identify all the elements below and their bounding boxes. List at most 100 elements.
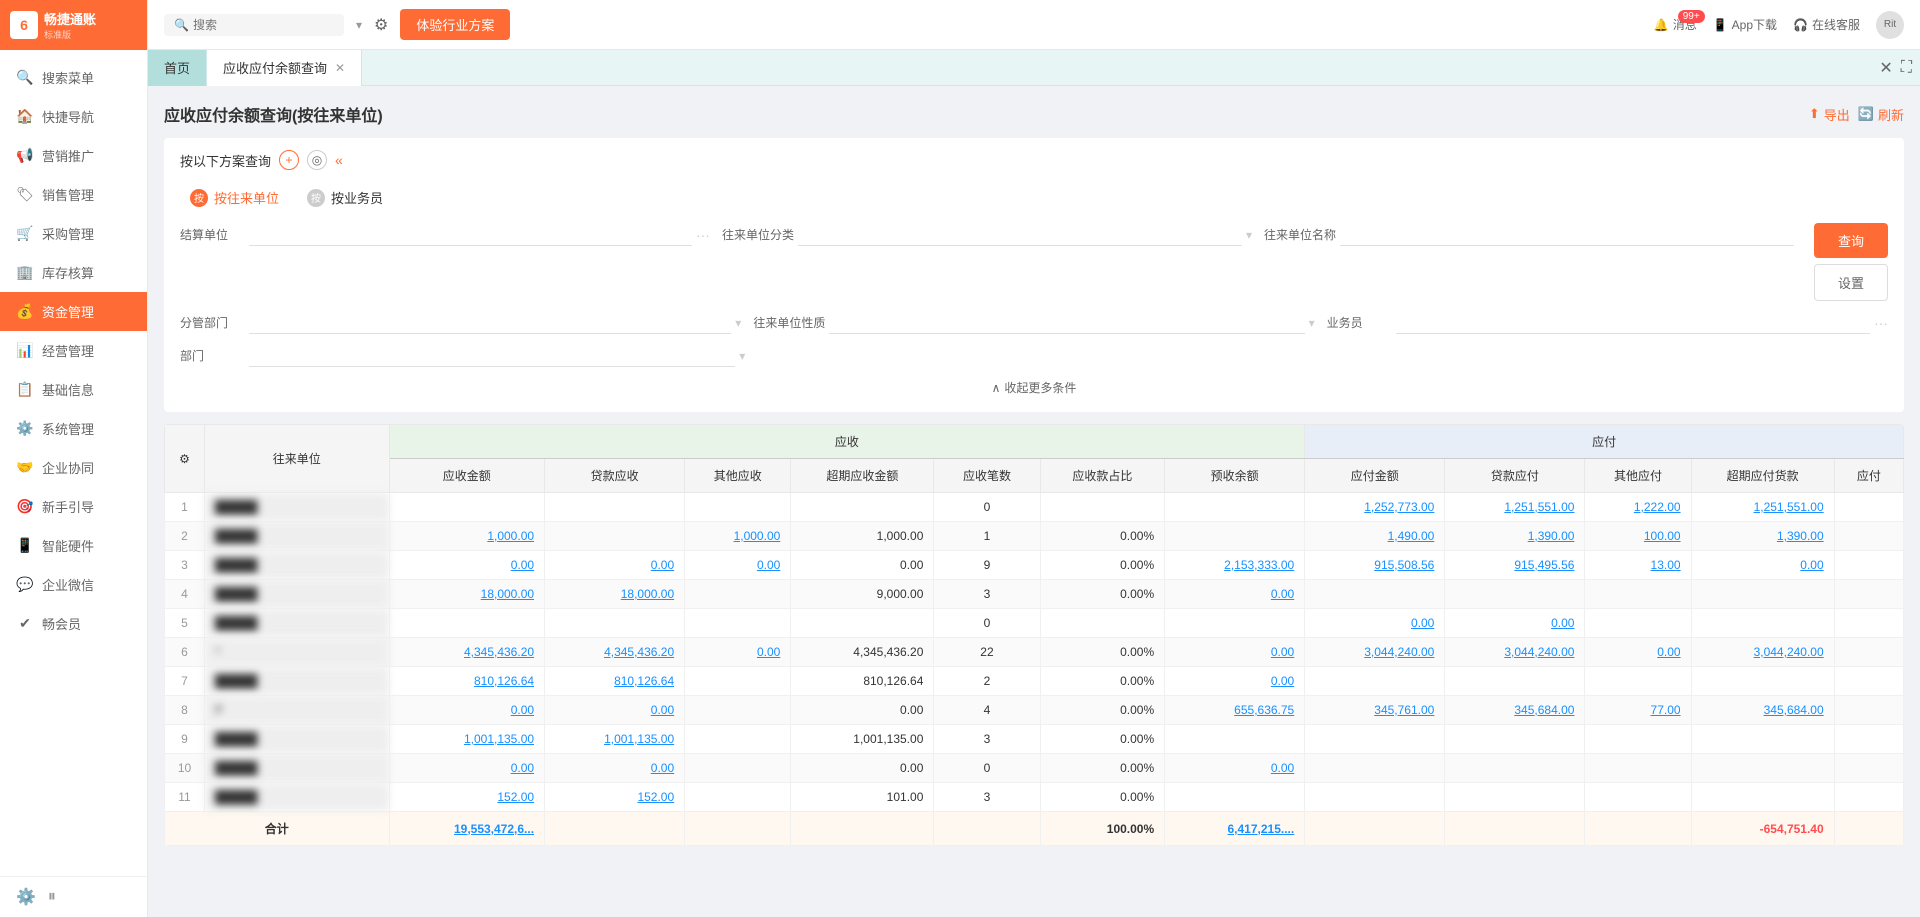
table-cell[interactable]: 13.00 [1585, 551, 1691, 580]
table-cell[interactable]: 152.00 [389, 783, 544, 812]
table-cell[interactable]: 3,044,240.00 [1305, 638, 1445, 667]
sidebar-item-wechat[interactable]: 💬 企业微信 [0, 565, 147, 604]
table-cell[interactable]: 0.00 [1165, 667, 1305, 696]
table-cell-name[interactable]: █████ [205, 609, 390, 638]
table-cell[interactable]: 4,345,436.20 [545, 638, 685, 667]
filter-collapse-icon[interactable]: « [335, 152, 343, 168]
sidebar-item-purchase[interactable]: 🛒 采购管理 [0, 214, 147, 253]
table-cell[interactable]: 77.00 [1585, 696, 1691, 725]
table-cell[interactable]: 1,390.00 [1445, 522, 1585, 551]
table-cell[interactable]: 345,684.00 [1445, 696, 1585, 725]
table-cell[interactable]: 3,044,240.00 [1445, 638, 1585, 667]
table-cell[interactable]: 0.00 [545, 551, 685, 580]
table-cell[interactable]: 18,000.00 [389, 580, 544, 609]
table-cell[interactable]: 345,761.00 [1305, 696, 1445, 725]
table-cell[interactable]: 2,153,333.00 [1165, 551, 1305, 580]
table-cell[interactable]: 0.00 [1305, 609, 1445, 638]
sidebar-item-quicknav[interactable]: 🏠 快捷导航 [0, 97, 147, 136]
salesman-input[interactable] [1396, 311, 1870, 334]
table-cell[interactable]: 345,684.00 [1691, 696, 1834, 725]
sidebar-item-system[interactable]: ⚙️ 系统管理 [0, 409, 147, 448]
notification-bell[interactable]: 🔔 消息 99+ [1654, 16, 1697, 33]
table-cell[interactable]: 0.00 [389, 551, 544, 580]
app-download-link[interactable]: 📱 App下载 [1713, 16, 1777, 33]
table-cell[interactable]: 0.00 [1165, 754, 1305, 783]
table-cell[interactable]: 1,252,773.00 [1305, 493, 1445, 522]
table-cell[interactable]: 1,390.00 [1691, 522, 1834, 551]
table-cell-name[interactable]: █████ [205, 493, 390, 522]
header-search-box[interactable]: 🔍 [164, 14, 344, 36]
collapse-more-btn[interactable]: ∧ 收起更多条件 [180, 375, 1888, 400]
settlement-unit-input[interactable] [249, 223, 692, 246]
refresh-button[interactable]: 🔄 刷新 [1858, 105, 1904, 124]
settlement-unit-dots[interactable]: ··· [696, 227, 710, 243]
table-cell[interactable]: 810,126.64 [545, 667, 685, 696]
collapse-icon[interactable]: ⏸ [48, 888, 56, 906]
search-input[interactable] [193, 18, 333, 32]
tab-close-all-icon[interactable]: ✕ [1879, 58, 1892, 78]
unit-name-input[interactable] [1340, 223, 1794, 246]
dept-dropdown-icon[interactable]: ▾ [739, 349, 745, 363]
table-cell[interactable]: 0.00 [685, 551, 791, 580]
tab-receivable[interactable]: 应收应付余额查询 ✕ [207, 50, 362, 86]
table-cell[interactable]: 100.00 [1585, 522, 1691, 551]
table-cell-name[interactable]: █████ [205, 725, 390, 754]
table-cell[interactable]: 1,490.00 [1305, 522, 1445, 551]
table-cell[interactable]: 655,636.75 [1165, 696, 1305, 725]
table-cell[interactable]: 18,000.00 [545, 580, 685, 609]
table-cell-name[interactable]: █████ [205, 783, 390, 812]
table-cell[interactable]: 0.00 [545, 696, 685, 725]
table-cell[interactable]: 0.00 [685, 638, 791, 667]
online-service-link[interactable]: 🎧 在线客服 [1793, 16, 1860, 33]
sidebar-item-enterprise[interactable]: 🤝 企业协同 [0, 448, 147, 487]
sidebar-item-member[interactable]: ✔ 畅会员 [0, 604, 147, 643]
table-cell[interactable]: 152.00 [545, 783, 685, 812]
table-cell-name[interactable]: ^ [205, 638, 390, 667]
dropdown-arrow-icon[interactable]: ▾ [356, 18, 362, 32]
dept-input[interactable] [249, 344, 735, 367]
scheme-by-salesman[interactable]: 按 按业务员 [297, 182, 393, 213]
salesman-dots[interactable]: ··· [1874, 315, 1888, 331]
user-avatar-area[interactable]: Rit [1876, 11, 1904, 39]
tab-expand-icon[interactable]: ⛶ [1901, 59, 1912, 77]
sidebar-item-guide[interactable]: 🎯 新手引导 [0, 487, 147, 526]
sidebar-item-inventory[interactable]: 🏢 库存核算 [0, 253, 147, 292]
filter-add-button[interactable]: + [279, 150, 299, 170]
unit-category-dropdown-icon[interactable]: ▾ [1246, 228, 1252, 242]
unit-nature-dropdown-icon[interactable]: ▾ [1309, 316, 1315, 330]
sidebar-item-basic[interactable]: 📋 基础信息 [0, 370, 147, 409]
sidebar-item-finance[interactable]: 💰 资金管理 [0, 292, 147, 331]
sidebar-item-marketing[interactable]: 📢 营销推广 [0, 136, 147, 175]
unit-category-input[interactable] [798, 223, 1242, 246]
solution-button[interactable]: 体验行业方案 [400, 9, 510, 40]
table-cell[interactable]: 915,508.56 [1305, 551, 1445, 580]
sidebar-item-search[interactable]: 🔍 搜索菜单 [0, 58, 147, 97]
tab-close-icon[interactable]: ✕ [335, 61, 345, 75]
tab-home[interactable]: 首页 [148, 50, 207, 86]
table-cell[interactable]: 0.00 [1165, 580, 1305, 609]
table-cell[interactable]: 915,495.56 [1445, 551, 1585, 580]
table-cell[interactable]: 0.00 [1691, 551, 1834, 580]
setting-button[interactable]: 设置 [1814, 264, 1888, 301]
table-cell-name[interactable]: █████ [205, 667, 390, 696]
unit-nature-input[interactable] [829, 311, 1304, 334]
table-cell[interactable]: 810,126.64 [389, 667, 544, 696]
table-cell-name[interactable]: █████ [205, 580, 390, 609]
table-cell-name[interactable]: █████ [205, 522, 390, 551]
table-cell[interactable]: 1,000.00 [685, 522, 791, 551]
table-cell[interactable]: 0.00 [1165, 638, 1305, 667]
table-cell[interactable]: 4,345,436.20 [389, 638, 544, 667]
th-settings[interactable]: ⚙ [165, 425, 205, 493]
export-button[interactable]: ⬆ 导出 [1809, 105, 1850, 124]
filter-setting-icon[interactable]: ◎ [307, 150, 327, 170]
query-button[interactable]: 查询 [1814, 223, 1888, 258]
table-gear-icon[interactable]: ⚙ [179, 452, 190, 466]
table-cell-name[interactable]: █████ [205, 551, 390, 580]
sidebar-item-operations[interactable]: 📊 经营管理 [0, 331, 147, 370]
table-cell[interactable]: 0.00 [1445, 609, 1585, 638]
table-cell[interactable]: 0.00 [545, 754, 685, 783]
table-cell[interactable]: 0.00 [1585, 638, 1691, 667]
table-cell[interactable]: 1,001,135.00 [389, 725, 544, 754]
table-cell-name[interactable]: █████ [205, 754, 390, 783]
table-cell[interactable]: 1,251,551.00 [1445, 493, 1585, 522]
